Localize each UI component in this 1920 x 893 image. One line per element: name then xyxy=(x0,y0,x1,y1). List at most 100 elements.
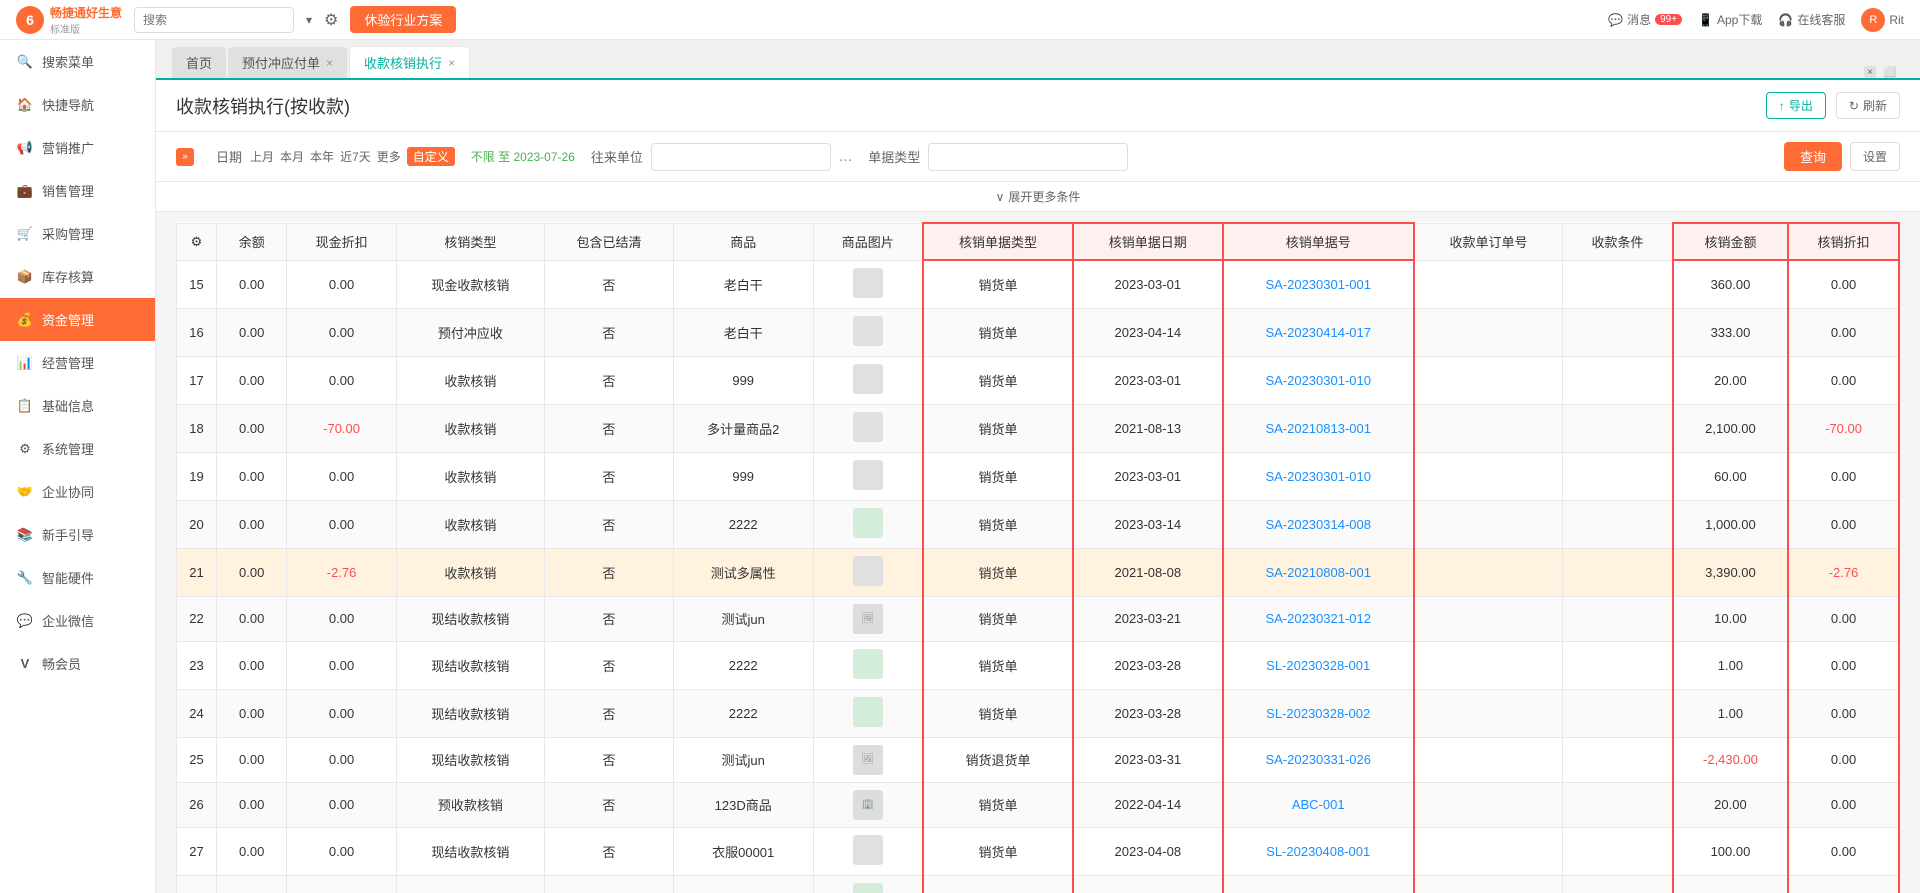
cell-bill-no[interactable]: SL-20230328-002 xyxy=(1223,689,1414,737)
cell-cash-discount: 0.00 xyxy=(287,827,396,875)
cell-id: 17 xyxy=(177,356,217,404)
cell-include-closed: 否 xyxy=(545,452,674,500)
sidebar-item-purchase[interactable]: 🛒 采购管理 xyxy=(0,212,155,255)
tab-prepay[interactable]: 预付冲应付单 × xyxy=(228,47,347,78)
table-container[interactable]: ⚙ 余额 现金折扣 核销类型 包含已结清 商品 商品图片 核销单据类型 核销单据… xyxy=(156,212,1920,893)
cell-product: 多计量商品2 xyxy=(673,404,813,452)
cell-bill-no[interactable]: SA-20230414-017 xyxy=(1223,308,1414,356)
sidebar-item-operation[interactable]: 📊 经营管理 xyxy=(0,341,155,384)
refresh-btn[interactable]: ↻ 刷新 xyxy=(1836,92,1900,119)
sidebar-item-finance[interactable]: 💰 资金管理 xyxy=(0,298,155,341)
toggle-arrow[interactable]: » xyxy=(176,148,194,166)
app-download-item[interactable]: 📱 App下载 xyxy=(1698,11,1762,28)
cell-verify-discount: 0.00 xyxy=(1788,641,1899,689)
sidebar-item-marketing[interactable]: 📢 营销推广 xyxy=(0,126,155,169)
tab-prepay-close[interactable]: × xyxy=(326,56,333,70)
filter-dots[interactable]: ... xyxy=(839,148,852,166)
tab-receipt[interactable]: 收款核销执行 × xyxy=(349,46,470,78)
bill-no-link[interactable]: ABC-001 xyxy=(1292,797,1345,812)
bill-no-link[interactable]: SA-20210808-001 xyxy=(1265,565,1371,580)
th-settings[interactable]: ⚙ xyxy=(177,223,217,260)
cell-product-img xyxy=(813,356,923,404)
bill-no-link[interactable]: SA-20230314-008 xyxy=(1265,517,1371,532)
table-row: 25 0.00 0.00 现结收款核销 否 测试jun 🖼 销货退货单 2023… xyxy=(177,737,1900,782)
bill-type-select[interactable] xyxy=(928,143,1128,171)
sidebar-item-inventory[interactable]: 📦 库存核算 xyxy=(0,255,155,298)
cell-bill-no[interactable]: SL-20230408-001 xyxy=(1223,827,1414,875)
cell-product-img xyxy=(813,404,923,452)
cell-balance: 0.00 xyxy=(217,260,287,308)
cell-bill-no[interactable]: SL-20230328-001 xyxy=(1223,641,1414,689)
cell-bill-no[interactable]: SL-20230418-001 xyxy=(1223,875,1414,893)
solution-btn[interactable]: 休验行业方案 xyxy=(350,6,456,33)
cell-bill-type: 销货单 xyxy=(923,596,1073,641)
bill-no-link[interactable]: SA-20230301-010 xyxy=(1265,469,1371,484)
date-opt-custom[interactable]: 自定义 xyxy=(407,147,455,166)
bill-no-link[interactable]: SA-20230414-017 xyxy=(1265,325,1371,340)
date-opt-last-month[interactable]: 上月 xyxy=(250,148,274,165)
cell-bill-no[interactable]: SA-20230301-001 xyxy=(1223,260,1414,308)
sidebar-item-system[interactable]: ⚙ 系统管理 xyxy=(0,427,155,470)
tab-receipt-label: 收款核销执行 xyxy=(364,53,442,72)
cell-bill-no[interactable]: SA-20230301-010 xyxy=(1223,452,1414,500)
cell-verify-discount: -70.00 xyxy=(1788,404,1899,452)
cell-receipt-condition xyxy=(1563,356,1673,404)
cell-cash-discount: -2.76 xyxy=(287,548,396,596)
main-content: 首页 预付冲应付单 × 收款核销执行 × × ⬜ 收款核销执行(按收款) xyxy=(156,40,1920,893)
cell-bill-no[interactable]: ABC-001 xyxy=(1223,782,1414,827)
bill-no-link[interactable]: SL-20230408-001 xyxy=(1266,844,1370,859)
export-btn[interactable]: ↑ 导出 xyxy=(1766,92,1826,119)
cell-cash-discount: 0.00 xyxy=(287,260,396,308)
cell-receipt-order-no xyxy=(1414,737,1563,782)
top-dropdown-btn[interactable]: ▾ xyxy=(306,13,312,27)
bill-no-link[interactable]: SL-20230328-001 xyxy=(1266,658,1370,673)
maximize-window-btn[interactable]: ⬜ xyxy=(1884,66,1896,78)
sidebar-item-member[interactable]: V 畅会员 xyxy=(0,642,155,685)
tab-home[interactable]: 首页 xyxy=(172,47,226,78)
cell-bill-no[interactable]: SA-20210808-001 xyxy=(1223,548,1414,596)
cell-id: 26 xyxy=(177,782,217,827)
cell-verify-amount: 100.00 xyxy=(1673,827,1788,875)
bill-no-link[interactable]: SA-20230331-026 xyxy=(1265,752,1371,767)
sidebar-item-hardware[interactable]: 🔧 智能硬件 xyxy=(0,556,155,599)
date-opt-more[interactable]: 更多 xyxy=(377,148,401,165)
header-actions: ↑ 导出 ↻ 刷新 xyxy=(1766,92,1900,119)
sidebar-item-search[interactable]: 🔍 搜索菜单 xyxy=(0,40,155,83)
cell-product-img xyxy=(813,452,923,500)
sidebar-item-wechat[interactable]: 💬 企业微信 xyxy=(0,599,155,642)
sidebar-item-quicknav[interactable]: 🏠 快捷导航 xyxy=(0,83,155,126)
message-item[interactable]: 💬 消息 99+ xyxy=(1608,11,1682,28)
source-unit-input[interactable] xyxy=(651,143,831,171)
bill-no-link[interactable]: SA-20210813-001 xyxy=(1265,421,1371,436)
cell-bill-type: 销货单 xyxy=(923,452,1073,500)
top-search-input[interactable] xyxy=(134,7,294,33)
cell-id: 27 xyxy=(177,827,217,875)
tab-receipt-close[interactable]: × xyxy=(448,56,455,70)
cell-bill-no[interactable]: SA-20210813-001 xyxy=(1223,404,1414,452)
cell-bill-no[interactable]: SA-20230331-026 xyxy=(1223,737,1414,782)
date-opt-this-month[interactable]: 本月 xyxy=(280,148,304,165)
gear-btn[interactable]: ⚙ xyxy=(324,10,338,30)
marketing-icon: 📢 xyxy=(16,139,34,157)
cell-receipt-condition xyxy=(1563,260,1673,308)
sidebar-item-guide[interactable]: 📚 新手引导 xyxy=(0,513,155,556)
cell-verify-type: 预付冲应收 xyxy=(396,308,544,356)
bill-no-link[interactable]: SA-20230321-012 xyxy=(1265,611,1371,626)
cell-bill-no[interactable]: SA-20230321-012 xyxy=(1223,596,1414,641)
expand-more-btn[interactable]: ∨ 展开更多条件 xyxy=(996,188,1081,205)
cell-bill-no[interactable]: SA-20230301-010 xyxy=(1223,356,1414,404)
close-window-btn[interactable]: × xyxy=(1864,66,1876,78)
date-opt-this-year[interactable]: 本年 xyxy=(310,148,334,165)
sidebar-item-collab[interactable]: 🤝 企业协同 xyxy=(0,470,155,513)
service-item[interactable]: 🎧 在线客服 xyxy=(1778,11,1845,28)
set-btn[interactable]: 设置 xyxy=(1850,142,1900,171)
bill-no-link[interactable]: SL-20230328-002 xyxy=(1266,706,1370,721)
sidebar-item-basic[interactable]: 📋 基础信息 xyxy=(0,384,155,427)
cell-bill-no[interactable]: SA-20230314-008 xyxy=(1223,500,1414,548)
bill-no-link[interactable]: SA-20230301-001 xyxy=(1265,277,1371,292)
sidebar-item-sales[interactable]: 💼 销售管理 xyxy=(0,169,155,212)
bill-no-link[interactable]: SA-20230301-010 xyxy=(1265,373,1371,388)
user-item[interactable]: R Rit xyxy=(1861,8,1904,32)
date-opt-7days[interactable]: 近7天 xyxy=(340,148,371,165)
search-btn[interactable]: 查询 xyxy=(1784,142,1842,171)
